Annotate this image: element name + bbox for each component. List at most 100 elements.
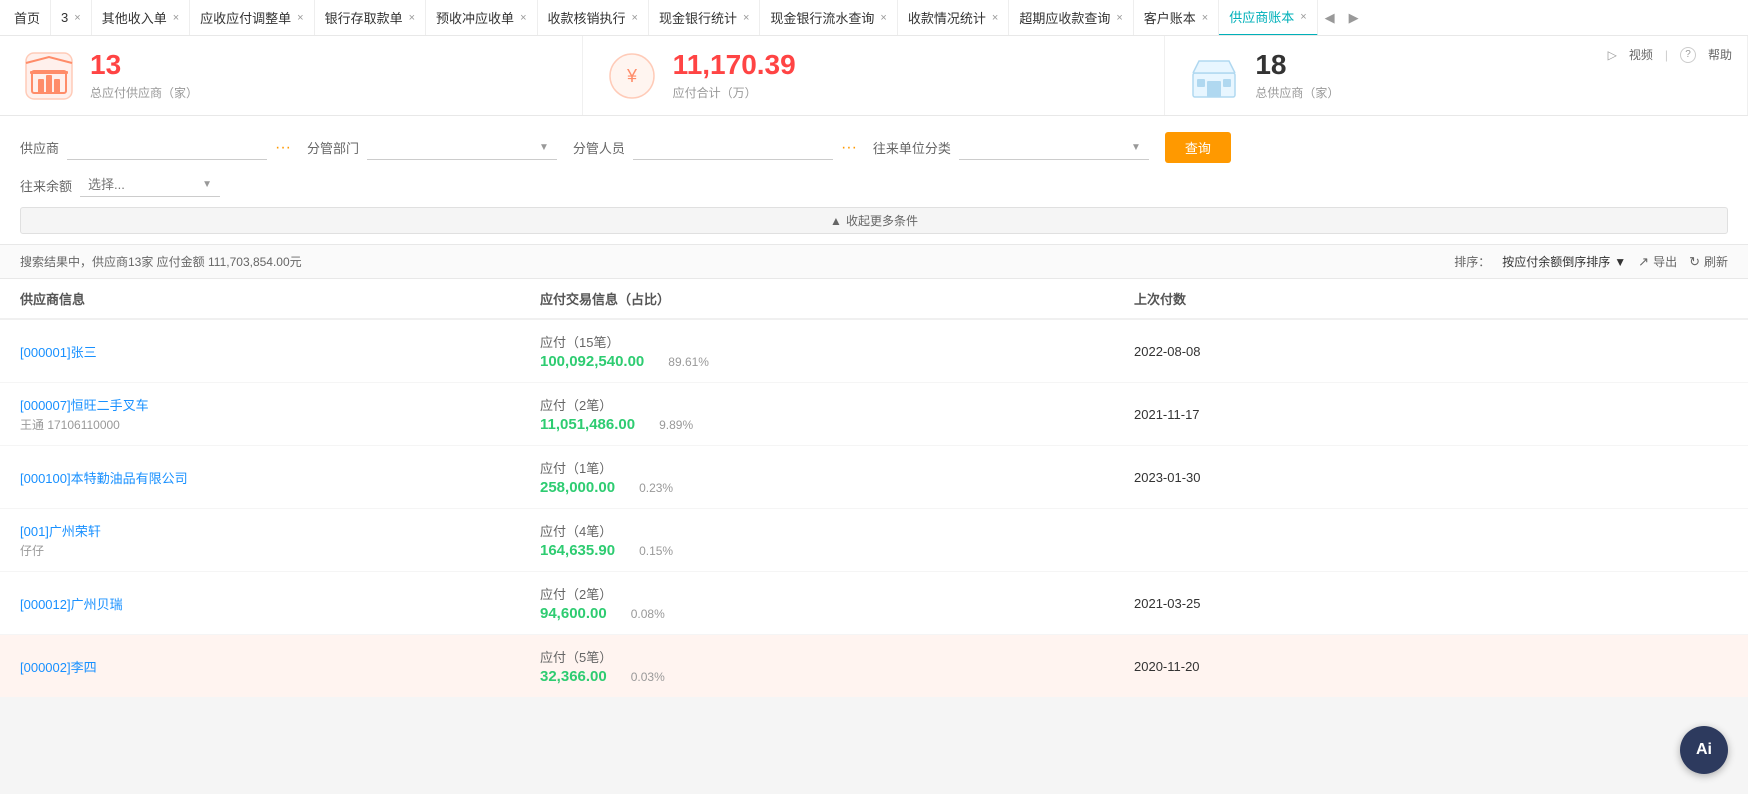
close-icon[interactable]: × [743,12,749,24]
tx-percent-3: 0.23% [639,481,673,495]
balance-filter-label: 往来余额 [20,176,72,195]
tx-info-1: 应付（15笔） 100,092,540.00 89.61% [540,332,1134,370]
sort-label: 排序： [1454,253,1490,270]
nav-tab-receipt-verify[interactable]: 收款核销执行 × [538,0,649,36]
collapse-chevron-icon: ▲ [830,214,842,228]
close-icon[interactable]: × [880,12,886,24]
nav-tab-prepay[interactable]: 预收冲应收单 × [426,0,537,36]
nav-tab-ar-ap-adjust[interactable]: 应收应付调整单 × [190,0,314,36]
svg-text:¥: ¥ [626,66,638,86]
col-header-supplier: 供应商信息 [20,289,540,308]
video-link[interactable]: 视频 [1629,46,1653,63]
nav-tab-overdue-ar[interactable]: 超期应收款查询 × [1009,0,1133,36]
tab-other-income-label: 其他收入单 [102,8,167,27]
nav-tab-home[interactable]: 首页 [4,0,51,36]
tx-amount-5: 94,600.00 [540,605,607,622]
tab-cash-bank-query-label: 现金银行流水查询 [770,8,874,27]
balance-input[interactable] [88,177,198,192]
nav-tab-receipt-stat[interactable]: 收款情况统计 × [898,0,1009,36]
sort-select[interactable]: 按应付余额倒序排序 ▼ [1502,253,1626,270]
tx-amount-2: 11,051,486.00 [540,416,635,433]
ai-assistant-button[interactable]: Ai [1680,726,1728,774]
person-ellipsis-icon[interactable]: ··· [841,139,857,157]
table-header: 供应商信息 应付交易信息（占比） 上次付数 [0,279,1748,320]
close-icon[interactable]: × [74,12,80,24]
store-stat-icon [1189,51,1239,101]
collapse-button[interactable]: ▲ 收起更多条件 [20,207,1728,234]
close-icon[interactable]: × [1202,12,1208,24]
nav-tab-bank-deposit[interactable]: 银行存取款单 × [315,0,426,36]
nav-tab-supplier-ledger[interactable]: 供应商账本 × [1219,0,1317,36]
tx-info-4: 应付（4笔） 164,635.90 0.15% [540,521,1134,559]
data-table: 供应商信息 应付交易信息（占比） 上次付数 [000001]张三 应付（15笔）… [0,279,1748,697]
category-select[interactable]: ▼ [959,136,1149,160]
stat-number-ap: 11,170.39 [673,50,796,81]
refresh-button[interactable]: ↻ 刷新 [1689,253,1728,270]
help-link[interactable]: 帮助 [1708,46,1732,63]
supplier-link-5[interactable]: [000012]广州贝瑞 [20,597,123,612]
nav-prev-button[interactable]: ◀ [1318,0,1342,36]
tx-label-6: 应付（5笔） [540,647,1134,666]
divider: | [1665,48,1668,62]
tx-amount-6: 32,366.00 [540,668,607,685]
supplier-info-5: [000012]广州贝瑞 [20,594,540,613]
sort-chevron-icon: ▼ [1614,255,1626,269]
supplier-link-2[interactable]: [000007]恒旺二手叉车 [20,398,149,413]
dept-chevron-icon: ▼ [539,142,549,153]
last-pay-6: 2020-11-20 [1134,659,1728,674]
last-pay-2: 2021-11-17 [1134,407,1728,422]
last-pay-5: 2021-03-25 [1134,596,1728,611]
nav-next-button[interactable]: ▶ [1342,0,1366,36]
dept-input[interactable] [375,140,535,155]
category-input[interactable] [967,140,1127,155]
supplier-ellipsis-icon[interactable]: ··· [275,139,291,157]
dept-select[interactable]: ▼ [367,136,557,160]
tx-percent-6: 0.03% [631,670,665,684]
supplier-link-3[interactable]: [000100]本特勤油品有限公司 [20,471,188,486]
supplier-info-6: [000002]李四 [20,657,540,676]
close-icon[interactable]: × [1300,11,1306,23]
supplier-input[interactable] [67,136,267,160]
close-icon[interactable]: × [1116,12,1122,24]
supplier-sub-4: 仔仔 [20,542,540,559]
person-input[interactable] [633,136,833,160]
nav-tab-cash-bank-query[interactable]: 现金银行流水查询 × [760,0,897,36]
export-label: 导出 [1653,253,1677,270]
close-icon[interactable]: × [632,12,638,24]
tx-row-2: 11,051,486.00 9.89% [540,414,1134,433]
col-header-lastpay: 上次付数 [1134,289,1728,308]
help-icon: ? [1680,47,1696,63]
nav-tab-other-income[interactable]: 其他收入单 × [92,0,190,36]
filter-item-balance: 往来余额 ▼ [20,173,220,197]
sort-area: 排序： 按应付余额倒序排序 ▼ ↗ 导出 ↻ 刷新 [1454,253,1728,270]
supplier-info-1: [000001]张三 [20,342,540,361]
export-button[interactable]: ↗ 导出 [1638,253,1677,270]
tx-row-3: 258,000.00 0.23% [540,477,1134,496]
home-label: 首页 [14,8,40,27]
query-button[interactable]: 查询 [1165,132,1231,163]
stat-label-suppliers: 总应付供应商（家） [90,84,198,101]
close-icon[interactable]: × [992,12,998,24]
sort-value: 按应付余额倒序排序 [1502,253,1610,270]
close-icon[interactable]: × [173,12,179,24]
close-icon[interactable]: × [409,12,415,24]
close-icon[interactable]: × [297,12,303,24]
nav-tab-3[interactable]: 3 × [51,0,92,36]
supplier-link-6[interactable]: [000002]李四 [20,660,97,675]
supplier-info-2: [000007]恒旺二手叉车 王通 17106110000 [20,395,540,433]
tab-customer-ledger-label: 客户账本 [1144,8,1196,27]
tx-percent-1: 89.61% [668,355,709,369]
supplier-link-1[interactable]: [000001]张三 [20,345,97,360]
supplier-info-4: [001]广州荣轩 仔仔 [20,521,540,559]
supplier-link-4[interactable]: [001]广州荣轩 [20,524,101,539]
nav-tab-customer-ledger[interactable]: 客户账本 × [1134,0,1219,36]
collapse-label: 收起更多条件 [846,212,918,229]
tab-receipt-stat-label: 收款情况统计 [908,8,986,27]
person-filter-label: 分管人员 [573,138,625,157]
filter-row-2: 往来余额 ▼ [20,173,1728,197]
tab-supplier-ledger-label: 供应商账本 [1229,7,1294,26]
stat-content-ap: 11,170.39 应付合计（万） [673,50,796,102]
close-icon[interactable]: × [520,12,526,24]
balance-select[interactable]: ▼ [80,173,220,197]
nav-tab-cash-bank-stat[interactable]: 现金银行统计 × [649,0,760,36]
